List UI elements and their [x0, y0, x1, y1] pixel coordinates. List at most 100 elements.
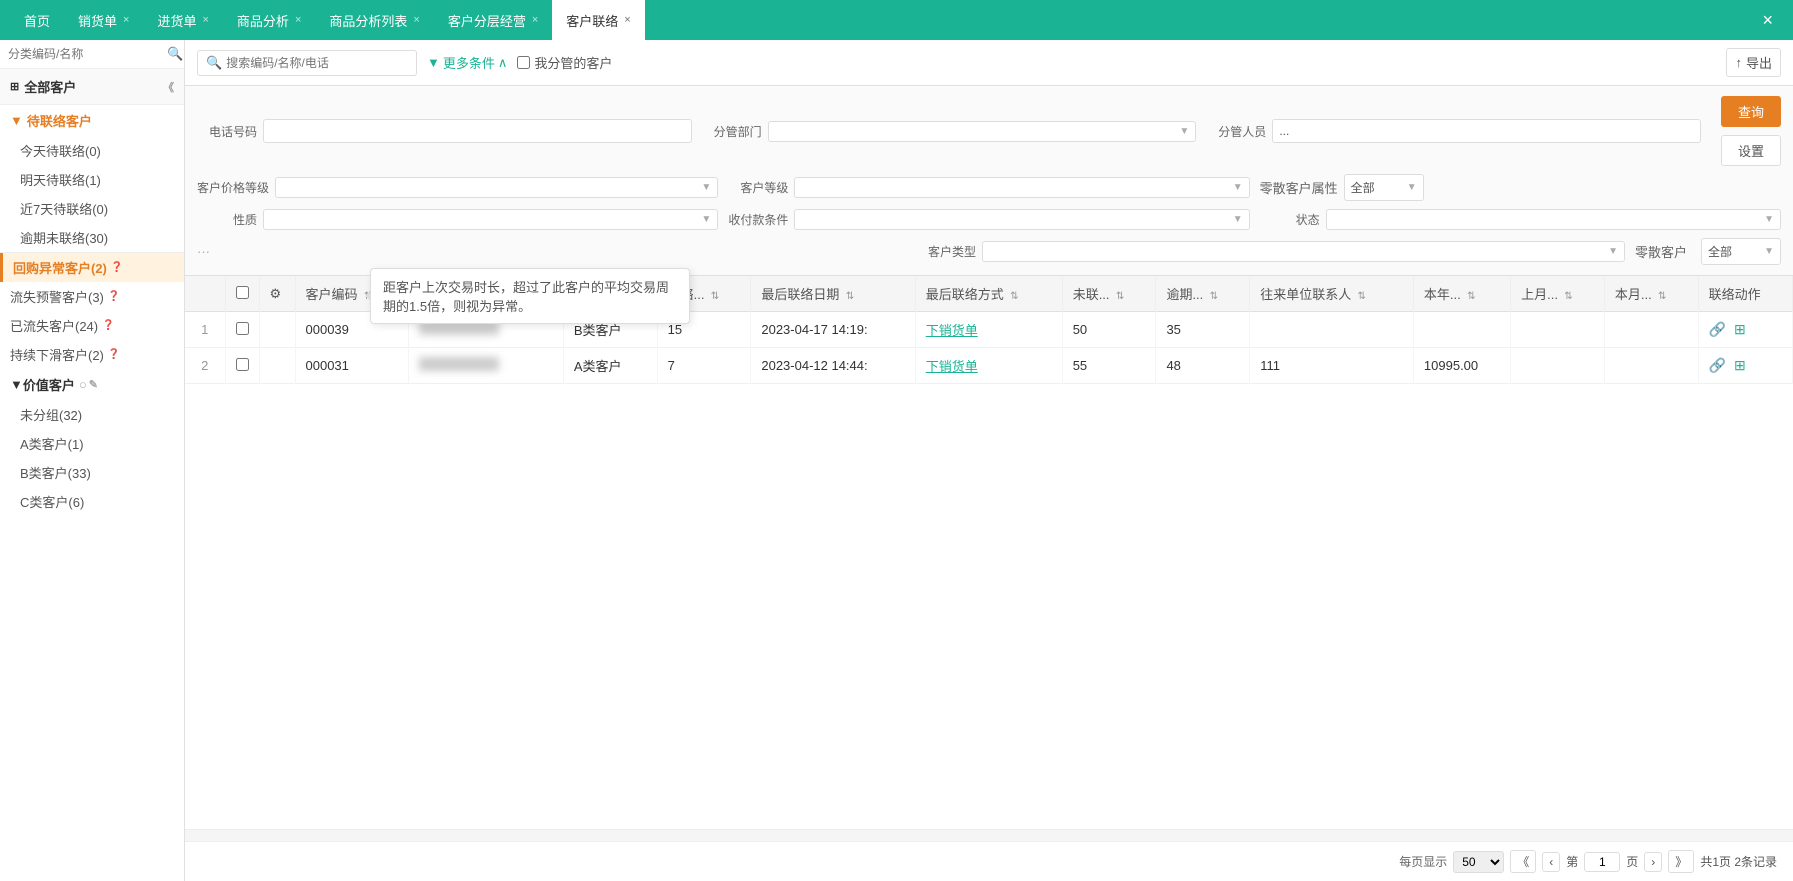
horizontal-scrollbar[interactable] — [185, 829, 1793, 841]
customer-type-select[interactable]: ▼ — [982, 241, 1625, 262]
sidebar-search-input[interactable] — [8, 47, 163, 61]
sort-last-month-icon[interactable]: ⇅ — [1564, 291, 1572, 302]
sort-overdue-icon[interactable]: ⇅ — [1210, 291, 1218, 302]
sort-unread-icon[interactable]: ⇅ — [1116, 291, 1124, 302]
sidebar-item-churned[interactable]: 已流失客户(24) ❓ — [0, 311, 184, 340]
question-icon-3[interactable]: ❓ — [108, 349, 120, 360]
close-analysis-list-icon[interactable]: × — [413, 14, 419, 26]
edit-icon2[interactable]: ✎ — [89, 378, 98, 391]
nav-purchase[interactable]: 进货单 × — [143, 0, 222, 40]
more-conditions-btn[interactable]: ▼ 更多条件 ∧ — [427, 53, 507, 72]
export-button[interactable]: ↑ 导出 — [1726, 48, 1781, 77]
row-2-checkbox[interactable] — [236, 358, 249, 371]
next-page-btn[interactable]: › — [1644, 852, 1662, 872]
row-1-actions: 🔗 ⊞ — [1709, 321, 1782, 338]
close-analysis-icon[interactable]: × — [295, 14, 301, 26]
phone-input[interactable] — [263, 119, 692, 143]
customer-level-select[interactable]: ▼ — [794, 177, 1249, 198]
person-select[interactable]: ... — [1272, 119, 1701, 143]
sidebar-item-ungroup[interactable]: 未分组(32) — [0, 400, 184, 429]
query-button[interactable]: 查询 — [1721, 96, 1781, 127]
sidebar-item-a-class[interactable]: A类客户(1) — [0, 429, 184, 458]
row-1-grid-icon[interactable]: ⊞ — [1734, 321, 1746, 338]
row-1-contact-person — [1250, 312, 1414, 348]
page-label: 第 — [1566, 853, 1578, 870]
my-customers-checkbox[interactable] — [517, 56, 530, 69]
row-1-this-year — [1413, 312, 1510, 348]
question-icon-2[interactable]: ❓ — [102, 320, 114, 331]
sidebar-item-today[interactable]: 今天待联络(0) — [0, 136, 184, 165]
close-customer-layer-icon[interactable]: × — [532, 14, 538, 26]
nav-analysis[interactable]: 商品分析 × — [223, 0, 315, 40]
per-page-select[interactable]: 50 20 100 — [1453, 851, 1504, 873]
row-2-overdue: 48 — [1156, 348, 1250, 384]
col-last-date: 最后联络日期 ⇅ — [751, 276, 915, 312]
sidebar-item-tomorrow[interactable]: 明天待联络(1) — [0, 165, 184, 194]
retail-attr-select[interactable]: 全部 ▼ — [1344, 174, 1424, 201]
close-purchase-icon[interactable]: × — [202, 14, 208, 26]
collapse-icon[interactable]: 《 — [163, 79, 174, 95]
sidebar-item-c-class[interactable]: C类客户(6) — [0, 487, 184, 516]
pending-contact-title[interactable]: ▼ 待联络客户 — [0, 105, 184, 136]
retail-attr-field: 零散客户属性 全部 ▼ — [1260, 174, 1781, 201]
last-page-btn[interactable]: 》 — [1668, 850, 1694, 873]
retail-customer-select[interactable]: 全部 ▼ — [1701, 238, 1781, 265]
nav-analysis-list[interactable]: 商品分析列表 × — [315, 0, 433, 40]
sidebar-item-churn-warning[interactable]: 流失预警客户(3) ❓ — [0, 282, 184, 311]
sort-this-year-icon[interactable]: ⇅ — [1467, 291, 1475, 302]
row-2-grid-icon[interactable]: ⊞ — [1734, 357, 1746, 374]
sort-this-month-icon[interactable]: ⇅ — [1658, 291, 1666, 302]
payment-select[interactable]: ▼ — [794, 209, 1249, 230]
row-1-overdue: 35 — [1156, 312, 1250, 348]
value-arrow-icon: ▼ — [10, 377, 23, 392]
status-select[interactable]: ▼ — [1326, 209, 1781, 230]
nav-sales[interactable]: 销货单 × — [64, 0, 143, 40]
sort-contact-icon[interactable]: ⇅ — [711, 291, 719, 302]
sidebar-search-icon[interactable]: 🔍 — [167, 46, 183, 62]
grid-icon: ⊞ — [10, 80, 19, 93]
sidebar-item-overdue[interactable]: 逾期未联络(30) — [0, 223, 184, 252]
question-icon-0[interactable]: ❓ — [111, 262, 123, 273]
row-2-link-icon[interactable]: 🔗 — [1709, 357, 1726, 374]
close-customer-contact-icon[interactable]: × — [624, 14, 630, 26]
col-unread: 未联... ⇅ — [1062, 276, 1156, 312]
select-all-checkbox[interactable] — [236, 286, 249, 299]
top-nav: 首页 销货单 × 进货单 × 商品分析 × 商品分析列表 × 客户分层经营 × … — [0, 0, 1793, 40]
window-close-button[interactable]: × — [1752, 10, 1783, 31]
sort-last-method-icon[interactable]: ⇅ — [1010, 291, 1018, 302]
question-icon-1[interactable]: ❓ — [108, 291, 120, 302]
col-last-method: 最后联络方式 ⇅ — [915, 276, 1062, 312]
first-page-btn[interactable]: 《 — [1510, 850, 1536, 873]
close-sales-icon[interactable]: × — [123, 14, 129, 26]
edit-icon[interactable]: ○ — [79, 377, 87, 392]
nav-home[interactable]: 首页 — [10, 0, 64, 40]
sidebar-item-7days[interactable]: 近7天待联络(0) — [0, 194, 184, 223]
sidebar-item-declining[interactable]: 持续下滑客户(2) ❓ — [0, 340, 184, 369]
sidebar-item-b-class[interactable]: B类客户(33) — [0, 458, 184, 487]
main-layout: 🔍 ⊞ 全部客户 《 ▼ 待联络客户 今天待联络(0) 明天待联络(1) — [0, 40, 1793, 881]
more-icon[interactable]: ··· — [197, 244, 210, 259]
all-customers-header[interactable]: ⊞ 全部客户 《 — [0, 69, 184, 105]
sidebar-item-repurchase-abnormal[interactable]: 回购异常客户(2) ❓ — [0, 253, 184, 282]
retail-customer-field: 零散客户 全部 ▼ — [1635, 238, 1781, 265]
settings-col-icon[interactable]: ⚙ — [270, 286, 282, 301]
settings-button[interactable]: 设置 — [1721, 135, 1781, 166]
customer-level-arrow-icon: ▼ — [1233, 182, 1243, 193]
gender-select[interactable]: ▼ — [263, 209, 718, 230]
page-input[interactable] — [1584, 852, 1620, 872]
table-area: ⚙ 客户编码 ⇅ 客户名称 ⇅ 客户... ⇅ — [185, 276, 1793, 829]
sort-last-date-icon[interactable]: ⇅ — [846, 291, 854, 302]
search-input[interactable] — [226, 56, 408, 70]
my-customers-check[interactable]: 我分管的客户 — [517, 53, 612, 72]
row-1-checkbox[interactable] — [236, 322, 249, 335]
nav-customer-layer[interactable]: 客户分层经营 × — [434, 0, 552, 40]
dept-select[interactable]: ▼ — [768, 121, 1197, 142]
value-customer-title[interactable]: ▼ 价值客户 ○ ✎ — [0, 369, 184, 400]
row-1-link-icon[interactable]: 🔗 — [1709, 321, 1726, 338]
prev-page-btn[interactable]: ‹ — [1542, 852, 1560, 872]
sort-contact-person-icon[interactable]: ⇅ — [1358, 291, 1366, 302]
nav-customer-contact[interactable]: 客户联络 × — [552, 0, 644, 40]
col-action: 联络动作 — [1698, 276, 1792, 312]
price-level-select[interactable]: ▼ — [275, 177, 718, 198]
row-2-settings-cell — [259, 348, 295, 384]
